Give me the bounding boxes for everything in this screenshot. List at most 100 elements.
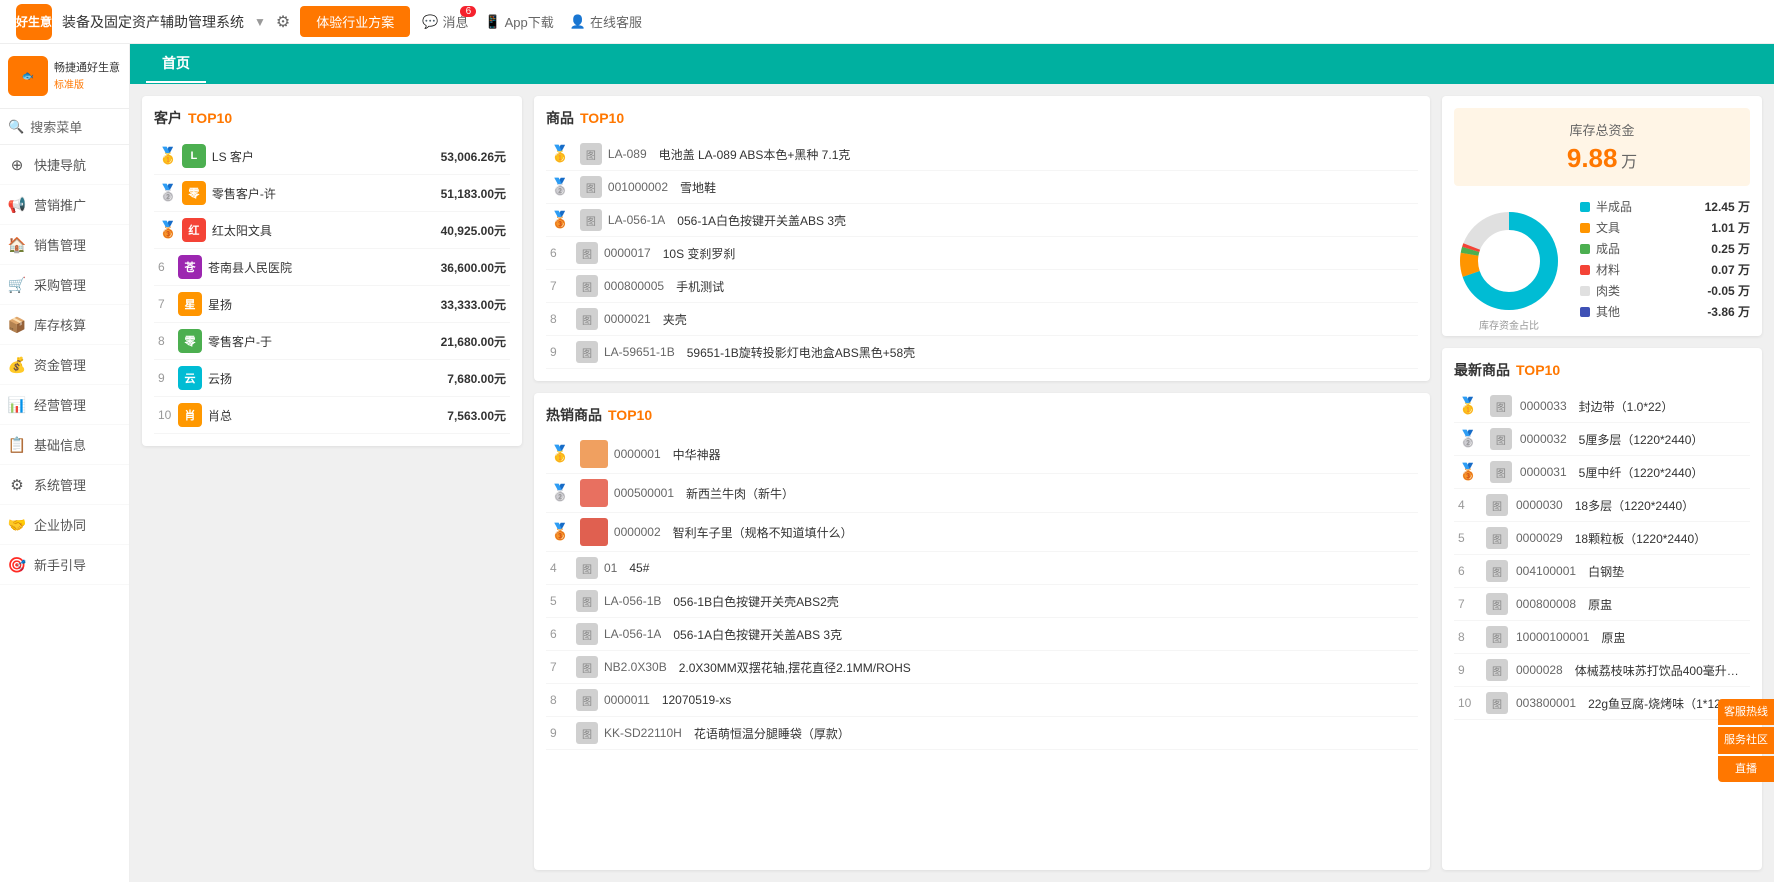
customer-value-2: 51,183.00元 [441,185,506,202]
latest-rank-9: 9 [1458,663,1478,677]
sidebar-item-quick-nav[interactable]: ⊕ 快捷导航 [0,145,129,185]
latest-img-10: 图 [1486,692,1508,714]
latest-medal-3: 🥉 [1458,462,1478,482]
customer-value-6: 21,680.00元 [441,333,506,350]
latest-row-6[interactable]: 6 图 004100001 白钢垫 [1454,555,1750,588]
latest-img-6: 图 [1486,560,1508,582]
sidebar-item-guide[interactable]: 🎯 新手引导 [0,545,129,585]
customer-row-4[interactable]: 6 苍 苍南县人民医院 36,600.00元 [154,249,510,286]
hot-row-1[interactable]: 🥇 0000001 中华神器 [546,435,1418,474]
customer-row-2[interactable]: 🥈 零 零售客户-许 51,183.00元 [154,175,510,212]
rank-num-5: 7 [158,297,178,311]
sidebar-item-marketing[interactable]: 📢 营销推广 [0,185,129,225]
latest-name-1: 封边带（1.0*22） [1579,398,1746,415]
tab-home[interactable]: 首页 [146,45,206,83]
sold-row-7[interactable]: 9 图 LA-59651-1B 59651-1B旋转投影灯电池盒ABS黑色+58… [546,336,1418,369]
online-service-button[interactable]: 👤 在线客服 [570,12,642,31]
sold-medal-2: 🥈 [550,177,570,197]
latest-row-7[interactable]: 7 图 000800008 原盅 [1454,588,1750,621]
sidebar-search[interactable]: 🔍 搜索菜单 [0,109,129,145]
sidebar-label-guide: 新手引导 [34,555,86,574]
latest-code-10: 003800001 [1516,696,1576,710]
sidebar-item-finance[interactable]: 💰 资金管理 [0,345,129,385]
latest-img-4: 图 [1486,494,1508,516]
customer-row-5[interactable]: 7 星 星扬 33,333.00元 [154,286,510,323]
sold-row-5[interactable]: 7 图 000800005 手机测试 [546,270,1418,303]
top-products-sold-title: 商品 TOP10 [546,108,1418,128]
sold-code-5: 000800005 [604,279,664,293]
float-btn-community[interactable]: 服务社区 [1718,727,1774,753]
latest-row-2[interactable]: 🥈 图 0000032 5厘多层（1220*2440） [1454,423,1750,456]
medal-2: 🥈 [158,183,178,203]
sold-name-1: 电池盖 LA-089 ABS本色+黑种 7.1克 [659,146,1414,163]
latest-row-8[interactable]: 8 图 10000100001 原盅 [1454,621,1750,654]
hot-row-2[interactable]: 🥈 000500001 新西兰牛肉（新牛） [546,474,1418,513]
sidebar-item-enterprise[interactable]: 🤝 企业协同 [0,505,129,545]
latest-img-3: 图 [1490,461,1512,483]
trial-button[interactable]: 体验行业方案 [300,6,410,37]
legend-label-5: 肉类 [1596,282,1701,299]
message-icon: 💬 [422,14,438,30]
customer-name-4: 苍南县人民医院 [208,259,441,276]
enterprise-icon: 🤝 [8,516,26,534]
latest-code-4: 0000030 [1516,498,1563,512]
inventory-value-line: 9.88 万 [1470,143,1734,174]
hot-img-4: 图 [576,557,598,579]
topbar-left: 好生意 装备及固定资产辅助管理系统 ▼ ⚙ 体验行业方案 [16,4,410,40]
hot-row-5[interactable]: 5 图 LA-056-1B 056-1B白色按键开关壳ABS2壳 [546,585,1418,618]
settings-icon[interactable]: ⚙ [276,12,290,32]
legend-val-2: 1.01 万 [1711,219,1750,236]
rank-num-4: 6 [158,260,178,274]
float-btn-live[interactable]: 直播 [1718,756,1774,782]
sold-row-2[interactable]: 🥈 图 001000002 雪地鞋 [546,171,1418,204]
sidebar-item-basic[interactable]: 📋 基础信息 [0,425,129,465]
legend-dot-5 [1580,286,1590,296]
hot-row-8[interactable]: 8 图 0000011 12070519-xs [546,684,1418,717]
sold-row-4[interactable]: 6 图 0000017 10S 变刹罗刹 [546,237,1418,270]
latest-row-4[interactable]: 4 图 0000030 18多层（1220*2440） [1454,489,1750,522]
sidebar-item-inventory[interactable]: 📦 库存核算 [0,305,129,345]
dropdown-icon[interactable]: ▼ [254,15,266,29]
latest-row-1[interactable]: 🥇 图 0000033 封边带（1.0*22） [1454,390,1750,423]
sales-icon: 🏠 [8,236,26,254]
logo-main-text: 畅捷通好生意 [54,61,120,75]
customer-row-8[interactable]: 10 肖 肖总 7,563.00元 [154,397,510,434]
sold-row-1[interactable]: 🥇 图 LA-089 电池盖 LA-089 ABS本色+黑种 7.1克 [546,138,1418,171]
hot-row-7[interactable]: 7 图 NB2.0X30B 2.0X30MM双摆花轴,摆花直径2.1MM/ROH… [546,651,1418,684]
float-btn-service[interactable]: 客服热线 [1718,699,1774,725]
logo-icon: 好生意 [16,4,52,40]
customer-value-5: 33,333.00元 [441,296,506,313]
sold-img-2: 图 [580,176,602,198]
customer-value-4: 36,600.00元 [441,259,506,276]
latest-name-6: 白钢垫 [1588,563,1746,580]
hot-code-7: NB2.0X30B [604,660,667,674]
customer-row-1[interactable]: 🥇 L LS 客户 53,006.26元 [154,138,510,175]
sold-row-6[interactable]: 8 图 0000021 夹壳 [546,303,1418,336]
sidebar-item-sales[interactable]: 🏠 销售管理 [0,225,129,265]
latest-row-10[interactable]: 10 图 003800001 22g鱼豆腐-烧烤味（1*12*20） [1454,687,1750,720]
sidebar-item-purchase[interactable]: 🛒 采购管理 [0,265,129,305]
hot-row-3[interactable]: 🥉 0000002 智利车子里（规格不知道填什么） [546,513,1418,552]
logo-sub-text: 标准版 [54,76,120,91]
customer-row-6[interactable]: 8 零 零售客户-于 21,680.00元 [154,323,510,360]
sold-row-3[interactable]: 🥉 图 LA-056-1A 056-1A白色按键开关盖ABS 3壳 [546,204,1418,237]
right-panel: 库存总资金 9.88 万 [1442,96,1762,870]
legend-item-3: 成品 0.25 万 [1580,240,1750,257]
latest-row-3[interactable]: 🥉 图 0000031 5厘中纤（1220*2440） [1454,456,1750,489]
customer-row-3[interactable]: 🥉 红 红太阳文具 40,925.00元 [154,212,510,249]
sidebar-item-operation[interactable]: 📊 经营管理 [0,385,129,425]
latest-row-5[interactable]: 5 图 0000029 18颗粒板（1220*2440） [1454,522,1750,555]
messages-button[interactable]: 💬 消息 6 [422,12,468,31]
customer-row-7[interactable]: 9 云 云扬 7,680.00元 [154,360,510,397]
app-download-button[interactable]: 📱 App下载 [484,12,553,31]
hot-row-9[interactable]: 9 图 KK-SD22110H 花语萌恒温分腿睡袋（厚款） [546,717,1418,750]
latest-name-8: 原盅 [1601,629,1746,646]
sold-name-4: 10S 变刹罗刹 [663,245,1414,262]
legend-val-6: -3.86 万 [1707,303,1750,320]
hot-row-4[interactable]: 4 图 01 45# [546,552,1418,585]
latest-code-8: 10000100001 [1516,630,1589,644]
hot-row-6[interactable]: 6 图 LA-056-1A 056-1A白色按键开关盖ABS 3克 [546,618,1418,651]
latest-row-9[interactable]: 9 图 0000028 体械荔枝味苏打饮品400毫升（1*15） [1454,654,1750,687]
sidebar-item-system[interactable]: ⚙ 系统管理 [0,465,129,505]
content-scroll: 客户 TOP10 🥇 L LS 客户 53,006.26元 🥈 零 零售 [130,84,1774,882]
